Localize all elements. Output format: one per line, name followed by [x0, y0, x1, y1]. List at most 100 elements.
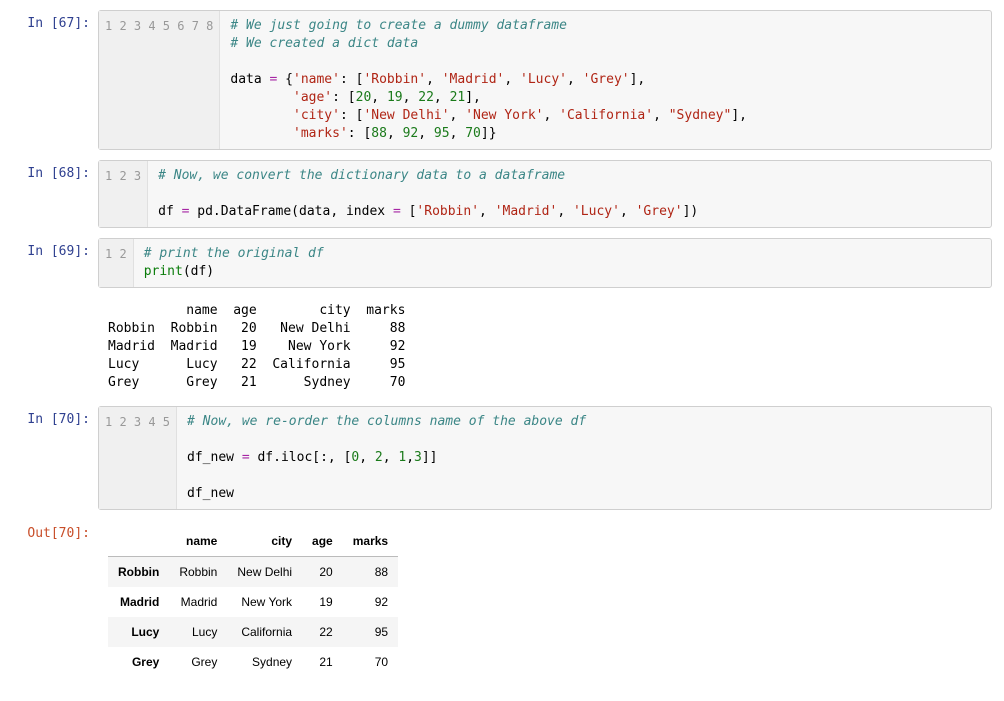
table-cell: 70 — [343, 647, 398, 677]
code-token: 'Robbin' — [363, 72, 426, 87]
table-row-index: Robbin — [108, 557, 169, 588]
code-token: df_new — [187, 450, 242, 465]
code-token: = — [242, 450, 250, 465]
table-cell: Sydney — [227, 647, 302, 677]
table-cell: 19 — [302, 587, 343, 617]
code-cell: In [70]: 1 2 3 4 5 # Now, we re-order th… — [12, 406, 992, 510]
code-token: 'Grey' — [636, 204, 683, 219]
code-token: 'Lucy' — [520, 72, 567, 87]
in-prompt: In [70]: — [12, 406, 98, 427]
code-token: , — [567, 72, 583, 87]
code-token: 21 — [450, 90, 466, 105]
code-token — [230, 90, 293, 105]
code-token: "Sydney" — [669, 108, 732, 123]
output-cell: Out[70]: namecityagemarks RobbinRobbinNe… — [12, 520, 992, 681]
dataframe-table: namecityagemarks RobbinRobbinNew Delhi20… — [108, 526, 398, 677]
table-cell: Grey — [169, 647, 227, 677]
code-token: , — [371, 90, 387, 105]
line-gutter: 1 2 3 4 5 — [99, 407, 177, 509]
code-token: 'city' — [293, 108, 340, 123]
table-cell: Lucy — [169, 617, 227, 647]
code-token: 88 — [371, 126, 387, 141]
table-cell: 95 — [343, 617, 398, 647]
code-token: 'New York' — [465, 108, 543, 123]
code-token: 'Lucy' — [573, 204, 620, 219]
code-cell: In [68]: 1 2 3 # Now, we convert the dic… — [12, 160, 992, 228]
table-cell: 92 — [343, 587, 398, 617]
code-token: ], — [630, 72, 646, 87]
code-token: 'New Delhi' — [363, 108, 449, 123]
table-column-header: age — [302, 526, 343, 557]
code-cell: In [69]: 1 2 # print the original df pri… — [12, 238, 992, 288]
code-token: , — [406, 450, 414, 465]
code-body[interactable]: # Now, we convert the dictionary data to… — [148, 161, 991, 227]
table-row-index: Madrid — [108, 587, 169, 617]
in-prompt: In [68]: — [12, 160, 98, 181]
code-token: , — [620, 204, 636, 219]
code-token: 'California' — [559, 108, 653, 123]
code-token — [230, 126, 293, 141]
stdout-output: name age city marks Robbin Robbin 20 New… — [98, 298, 992, 396]
code-token: , — [504, 72, 520, 87]
table-cell: 21 — [302, 647, 343, 677]
table-cell: New York — [227, 587, 302, 617]
code-token: : [ — [332, 90, 355, 105]
code-token: ]} — [481, 126, 497, 141]
table-row: RobbinRobbinNew Delhi2088 — [108, 557, 398, 588]
code-token: ], — [465, 90, 481, 105]
code-token: { — [277, 72, 293, 87]
code-token: 'Robbin' — [416, 204, 479, 219]
table-cell: New Delhi — [227, 557, 302, 588]
table-cell: 22 — [302, 617, 343, 647]
code-token: # Now, we re-order the columns name of t… — [187, 414, 586, 429]
table-column-header: marks — [343, 526, 398, 557]
line-gutter: 1 2 3 4 5 6 7 8 — [99, 11, 220, 149]
code-token: print — [144, 264, 183, 279]
code-token: , — [653, 108, 669, 123]
in-prompt: In [69]: — [12, 238, 98, 259]
code-input-area[interactable]: 1 2 # print the original df print(df) — [98, 238, 992, 288]
line-gutter: 1 2 3 — [99, 161, 148, 227]
code-token: df — [158, 204, 181, 219]
stdout-cell: name age city marks Robbin Robbin 20 New… — [12, 298, 992, 396]
code-token: , — [383, 450, 399, 465]
code-token: 20 — [356, 90, 372, 105]
code-token: , — [543, 108, 559, 123]
table-row: MadridMadridNew York1992 — [108, 587, 398, 617]
code-token: 3 — [414, 450, 422, 465]
code-input-area[interactable]: 1 2 3 4 5 # Now, we re-order the columns… — [98, 406, 992, 510]
code-body[interactable]: # Now, we re-order the columns name of t… — [177, 407, 991, 509]
code-body[interactable]: # We just going to create a dummy datafr… — [220, 11, 991, 149]
code-token: 95 — [434, 126, 450, 141]
code-token: , — [434, 90, 450, 105]
code-token: = — [393, 204, 401, 219]
code-token: 'Madrid' — [442, 72, 505, 87]
code-input-area[interactable]: 1 2 3 4 5 6 7 8 # We just going to creat… — [98, 10, 992, 150]
code-token: : [ — [340, 108, 363, 123]
table-row-index: Grey — [108, 647, 169, 677]
out-prompt: Out[70]: — [12, 520, 98, 541]
code-body[interactable]: # print the original df print(df) — [134, 239, 991, 287]
code-token: , — [387, 126, 403, 141]
code-token: # Now, we convert the dictionary data to… — [158, 168, 565, 183]
code-token: 70 — [465, 126, 481, 141]
code-token: df.iloc[:, [ — [250, 450, 352, 465]
code-token: data — [230, 72, 269, 87]
code-token: , — [426, 72, 442, 87]
code-token: 'name' — [293, 72, 340, 87]
code-cell: In [67]: 1 2 3 4 5 6 7 8 # We just going… — [12, 10, 992, 150]
code-token: , — [359, 450, 375, 465]
code-token: 22 — [418, 90, 434, 105]
line-gutter: 1 2 — [99, 239, 134, 287]
code-token: (df) — [183, 264, 214, 279]
table-cell: Madrid — [169, 587, 227, 617]
code-token: , — [450, 126, 466, 141]
code-token: 92 — [403, 126, 419, 141]
code-token: # print the original df — [144, 246, 324, 261]
code-token: , — [418, 126, 434, 141]
code-token: df_new — [187, 486, 234, 501]
code-input-area[interactable]: 1 2 3 # Now, we convert the dictionary d… — [98, 160, 992, 228]
table-cell: Robbin — [169, 557, 227, 588]
code-token: 'Madrid' — [495, 204, 558, 219]
table-corner — [108, 526, 169, 557]
